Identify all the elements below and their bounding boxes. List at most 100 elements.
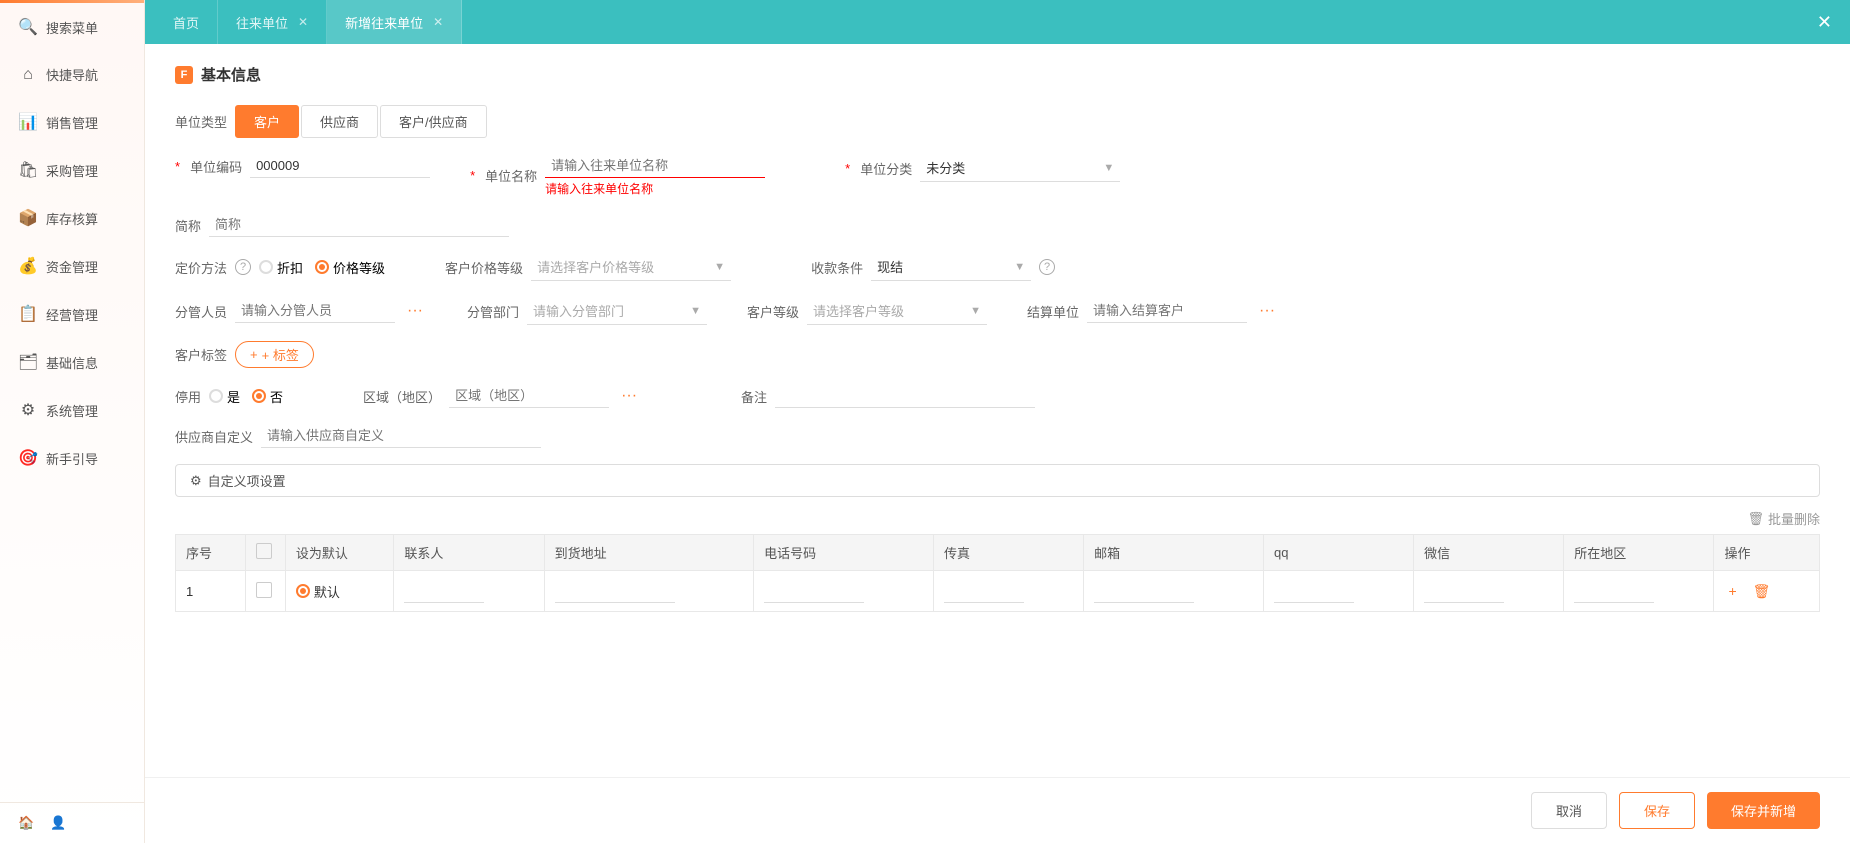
radio-disabled-no[interactable]: 否 — [252, 387, 283, 406]
qq-input[interactable] — [1274, 579, 1354, 603]
header-checkbox[interactable] — [256, 543, 272, 559]
tab-new-partner-close[interactable]: ✕ — [433, 15, 443, 29]
form-item-supplier-custom: 供应商自定义 — [175, 424, 541, 448]
supplier-custom-input[interactable] — [261, 424, 541, 448]
unit-code-label: 单位编码 — [190, 157, 242, 176]
custom-settings-button[interactable]: ⚙ 自定义项设置 — [175, 464, 1820, 497]
sidebar-item-label: 库存核算 — [46, 209, 98, 228]
customer-price-level-label: 客户价格等级 — [445, 258, 523, 277]
sidebar-item-guide[interactable]: 🎯 新手引导 — [0, 434, 144, 482]
tab-new-partner[interactable]: 新增往来单位 ✕ — [327, 0, 462, 44]
region-more-btn[interactable]: ··· — [617, 387, 641, 405]
unit-code-input[interactable]: 000009 — [250, 154, 430, 178]
sidebar-item-system[interactable]: ⚙ 系统管理 — [0, 386, 144, 434]
cell-email — [1084, 571, 1264, 612]
radio-discount-label: 折扣 — [277, 258, 303, 277]
save-and-new-button[interactable]: 保存并新增 — [1707, 792, 1820, 829]
unit-name-input[interactable] — [545, 154, 765, 178]
wechat-input[interactable] — [1424, 579, 1504, 603]
type-btn-supplier[interactable]: 供应商 — [301, 105, 378, 138]
customer-level-select[interactable]: 请选择客户等级 ▼ — [807, 297, 987, 325]
type-btn-customer[interactable]: 客户 — [235, 105, 299, 138]
cell-actions: + 🗑 — [1714, 571, 1820, 612]
form-row-code-name: * 单位编码 000009 * 单位名称 请输入往来单位名称 * 单位分类 未分… — [175, 154, 1820, 197]
cell-region — [1564, 571, 1714, 612]
phone-input[interactable] — [764, 579, 864, 603]
radio-discount[interactable]: 折扣 — [259, 258, 303, 277]
bag-icon: 🛍 — [18, 160, 38, 180]
department-placeholder: 请输入分管部门 — [533, 301, 624, 320]
tab-home[interactable]: 首页 — [155, 0, 218, 44]
region-input[interactable] — [449, 384, 609, 408]
sidebar-item-operations[interactable]: 📋 经营管理 — [0, 290, 144, 338]
table-region-input[interactable] — [1574, 579, 1654, 603]
tab-partners-close[interactable]: ✕ — [298, 15, 308, 29]
add-row-button[interactable]: + — [1724, 583, 1740, 599]
remark-input[interactable] — [775, 384, 1035, 408]
sidebar-item-finance[interactable]: 💰 资金管理 — [0, 242, 144, 290]
email-input[interactable] — [1094, 579, 1194, 603]
radio-price-level[interactable]: 价格等级 — [315, 258, 385, 277]
sidebar-item-label: 资金管理 — [46, 257, 98, 276]
cancel-button[interactable]: 取消 — [1531, 792, 1607, 829]
settlement-unit-more-btn[interactable]: ··· — [1255, 302, 1279, 320]
pricing-help-icon[interactable]: ? — [235, 259, 251, 275]
sidebar-item-label: 经营管理 — [46, 305, 98, 324]
payment-terms-select[interactable]: 现结 ▼ — [871, 253, 1031, 281]
form-item-short-name: 简称 — [175, 213, 509, 237]
customer-price-level-select[interactable]: 请选择客户价格等级 ▼ — [531, 253, 731, 281]
manager-input[interactable] — [235, 299, 395, 323]
form-row-unit-type: 单位类型 客户 供应商 客户/供应商 — [175, 105, 1820, 138]
department-select[interactable]: 请输入分管部门 ▼ — [527, 297, 707, 325]
customer-tag-label: 客户标签 — [175, 345, 227, 364]
row-checkbox[interactable] — [256, 582, 272, 598]
row-default-radio[interactable]: 默认 — [296, 582, 384, 601]
short-name-label: 简称 — [175, 216, 201, 235]
contact-input[interactable] — [404, 579, 484, 603]
sidebar-item-basic-info[interactable]: 🗂 基础信息 — [0, 338, 144, 386]
remark-label: 备注 — [741, 387, 767, 406]
sidebar-bottom: 🏠 👤 — [0, 802, 144, 843]
sidebar-item-quick-nav[interactable]: ⌂ 快捷导航 — [0, 51, 144, 98]
form-item-payment-terms: 收款条件 现结 ▼ ? — [811, 253, 1055, 281]
save-button[interactable]: 保存 — [1619, 792, 1695, 829]
batch-delete-label: 批量删除 — [1768, 509, 1820, 528]
cell-checkbox — [245, 571, 285, 612]
add-tag-button[interactable]: + + 标签 — [235, 341, 314, 368]
delete-row-button[interactable]: 🗑 — [1749, 583, 1775, 600]
col-fax: 传真 — [934, 535, 1084, 571]
payment-terms-value: 现结 — [877, 257, 903, 276]
window-close-button[interactable]: ✕ — [1809, 12, 1840, 33]
gear-icon: ⚙ — [18, 400, 38, 420]
sidebar-item-sales[interactable]: 📊 销售管理 — [0, 98, 144, 146]
batch-delete-button[interactable]: 🗑 批量删除 — [1747, 509, 1820, 528]
fax-input[interactable] — [944, 579, 1024, 603]
default-radio-circle — [296, 584, 310, 598]
unit-category-select[interactable]: 未分类 ▼ — [920, 154, 1120, 182]
col-seq: 序号 — [176, 535, 246, 571]
tab-partners[interactable]: 往来单位 ✕ — [218, 0, 327, 44]
manager-more-btn[interactable]: ··· — [403, 302, 427, 320]
home-bottom-icon[interactable]: 🏠 — [18, 815, 34, 831]
form-item-unit-type: 单位类型 客户 供应商 客户/供应商 — [175, 105, 487, 138]
form-row-supplier-custom: 供应商自定义 — [175, 424, 1820, 448]
type-btn-both[interactable]: 客户/供应商 — [380, 105, 487, 138]
form-item-customer-price-level: 客户价格等级 请选择客户价格等级 ▼ — [445, 253, 731, 281]
settlement-unit-input[interactable] — [1087, 299, 1247, 323]
col-checkbox — [245, 535, 285, 571]
main-area: 首页 往来单位 ✕ 新增往来单位 ✕ ✕ F 基本信息 单位类型 客户 供应商 … — [145, 0, 1850, 843]
user-bottom-icon[interactable]: 👤 — [50, 815, 66, 831]
address-input[interactable] — [555, 579, 675, 603]
payment-terms-help-icon[interactable]: ? — [1039, 259, 1055, 275]
clipboard-icon: 📋 — [18, 304, 38, 324]
region-label: 区域（地区） — [363, 387, 441, 406]
sidebar-item-search[interactable]: 🔍 搜索菜单 — [0, 3, 144, 51]
sidebar-item-purchase[interactable]: 🛍 采购管理 — [0, 146, 144, 194]
sidebar-item-inventory[interactable]: 📦 库存核算 — [0, 194, 144, 242]
short-name-input[interactable] — [209, 213, 509, 237]
form-item-region: 区域（地区） ··· — [363, 384, 641, 408]
chart-icon: 📊 — [18, 112, 38, 132]
radio-disabled-yes[interactable]: 是 — [209, 387, 240, 406]
home-icon: ⌂ — [18, 66, 38, 84]
form-item-tags: 客户标签 + + 标签 — [175, 341, 314, 368]
